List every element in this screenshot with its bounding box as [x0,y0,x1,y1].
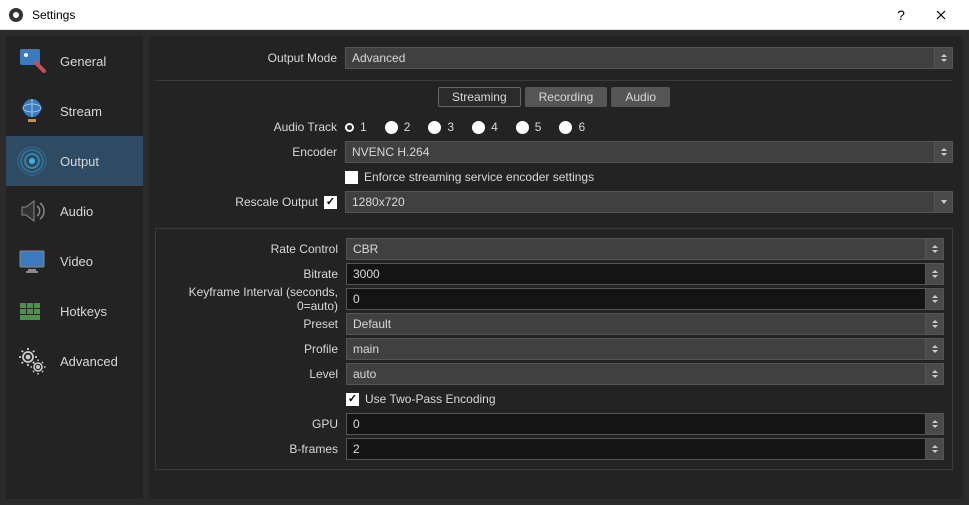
bitrate-label: Bitrate [156,267,346,281]
help-button[interactable]: ? [881,0,921,30]
updown-icon [934,142,952,162]
bframes-input[interactable]: 2 [346,438,944,460]
updown-icon [934,48,952,68]
main-panel: Output Mode Advanced Streaming Recording… [149,36,963,499]
sidebar-item-label: Audio [60,204,93,219]
keyframe-input[interactable]: 0 [346,288,944,310]
keyboard-icon [16,295,48,327]
audio-track-radios: 1 2 3 4 5 6 [345,120,953,134]
enforce-checkbox[interactable] [345,171,358,184]
sidebar-item-label: Stream [60,104,102,119]
twopass-checkbox[interactable] [346,393,359,406]
sidebar-item-label: Output [60,154,99,169]
sidebar-item-output[interactable]: Output [6,136,143,186]
close-button[interactable] [921,0,961,30]
updown-icon [925,439,943,459]
encoder-label: Encoder [155,145,345,159]
sidebar-item-audio[interactable]: Audio [6,186,143,236]
updown-icon [925,239,943,259]
encoder-settings-panel: Rate Control CBR Bitrate 3000 Keyframe I… [155,228,953,470]
titlebar: Settings ? [0,0,969,30]
rate-control-label: Rate Control [156,242,346,256]
sidebar-item-label: Hotkeys [60,304,107,319]
encoder-combo[interactable]: NVENC H.264 [345,141,953,163]
speaker-icon [16,195,48,227]
output-mode-combo[interactable]: Advanced [345,47,953,69]
audio-track-5-radio[interactable]: 5 [516,120,542,134]
updown-icon [925,289,943,309]
gears-icon [16,345,48,377]
updown-icon [925,414,943,434]
output-mode-value: Advanced [352,51,405,65]
sidebar-item-label: General [60,54,106,69]
sidebar: General Stream Output Audio [6,36,143,499]
broadcast-icon [16,145,48,177]
updown-icon [925,264,943,284]
keyframe-label: Keyframe Interval (seconds, 0=auto) [156,285,346,313]
separator [155,80,953,81]
globe-icon [16,95,48,127]
tab-recording[interactable]: Recording [525,87,608,107]
bitrate-input[interactable]: 3000 [346,263,944,285]
sidebar-item-general[interactable]: General [6,36,143,86]
rescale-label: Rescale Output [235,195,318,209]
monitor-icon [16,245,48,277]
output-mode-label: Output Mode [155,51,345,65]
window-title: Settings [32,8,881,22]
rescale-value: 1280x720 [352,195,405,209]
sidebar-item-advanced[interactable]: Advanced [6,336,143,386]
rescale-checkbox[interactable] [324,196,337,209]
enforce-label: Enforce streaming service encoder settin… [364,170,594,184]
audio-track-3-radio[interactable]: 3 [428,120,454,134]
twopass-label: Use Two-Pass Encoding [365,392,496,406]
encoder-value: NVENC H.264 [352,145,429,159]
gpu-label: GPU [156,417,346,431]
app-icon [8,7,24,23]
tab-audio[interactable]: Audio [611,87,670,107]
level-label: Level [156,367,346,381]
rescale-combo[interactable]: 1280x720 [345,191,953,213]
audio-track-label: Audio Track [155,120,345,134]
preset-label: Preset [156,317,346,331]
tab-streaming[interactable]: Streaming [438,87,521,107]
audio-track-1-radio[interactable]: 1 [345,120,367,134]
sidebar-item-stream[interactable]: Stream [6,86,143,136]
updown-icon [925,364,943,384]
level-combo[interactable]: auto [346,363,944,385]
sidebar-item-label: Video [60,254,93,269]
gpu-input[interactable]: 0 [346,413,944,435]
profile-label: Profile [156,342,346,356]
sidebar-item-label: Advanced [60,354,118,369]
wrench-icon [16,45,48,77]
updown-icon [925,314,943,334]
profile-combo[interactable]: main [346,338,944,360]
bframes-label: B-frames [156,442,346,456]
updown-icon [925,339,943,359]
audio-track-2-radio[interactable]: 2 [385,120,411,134]
chevron-down-icon [934,192,952,212]
sidebar-item-video[interactable]: Video [6,236,143,286]
sidebar-item-hotkeys[interactable]: Hotkeys [6,286,143,336]
preset-combo[interactable]: Default [346,313,944,335]
audio-track-4-radio[interactable]: 4 [472,120,498,134]
tabbar: Streaming Recording Audio [155,87,953,107]
rate-control-combo[interactable]: CBR [346,238,944,260]
audio-track-6-radio[interactable]: 6 [559,120,585,134]
